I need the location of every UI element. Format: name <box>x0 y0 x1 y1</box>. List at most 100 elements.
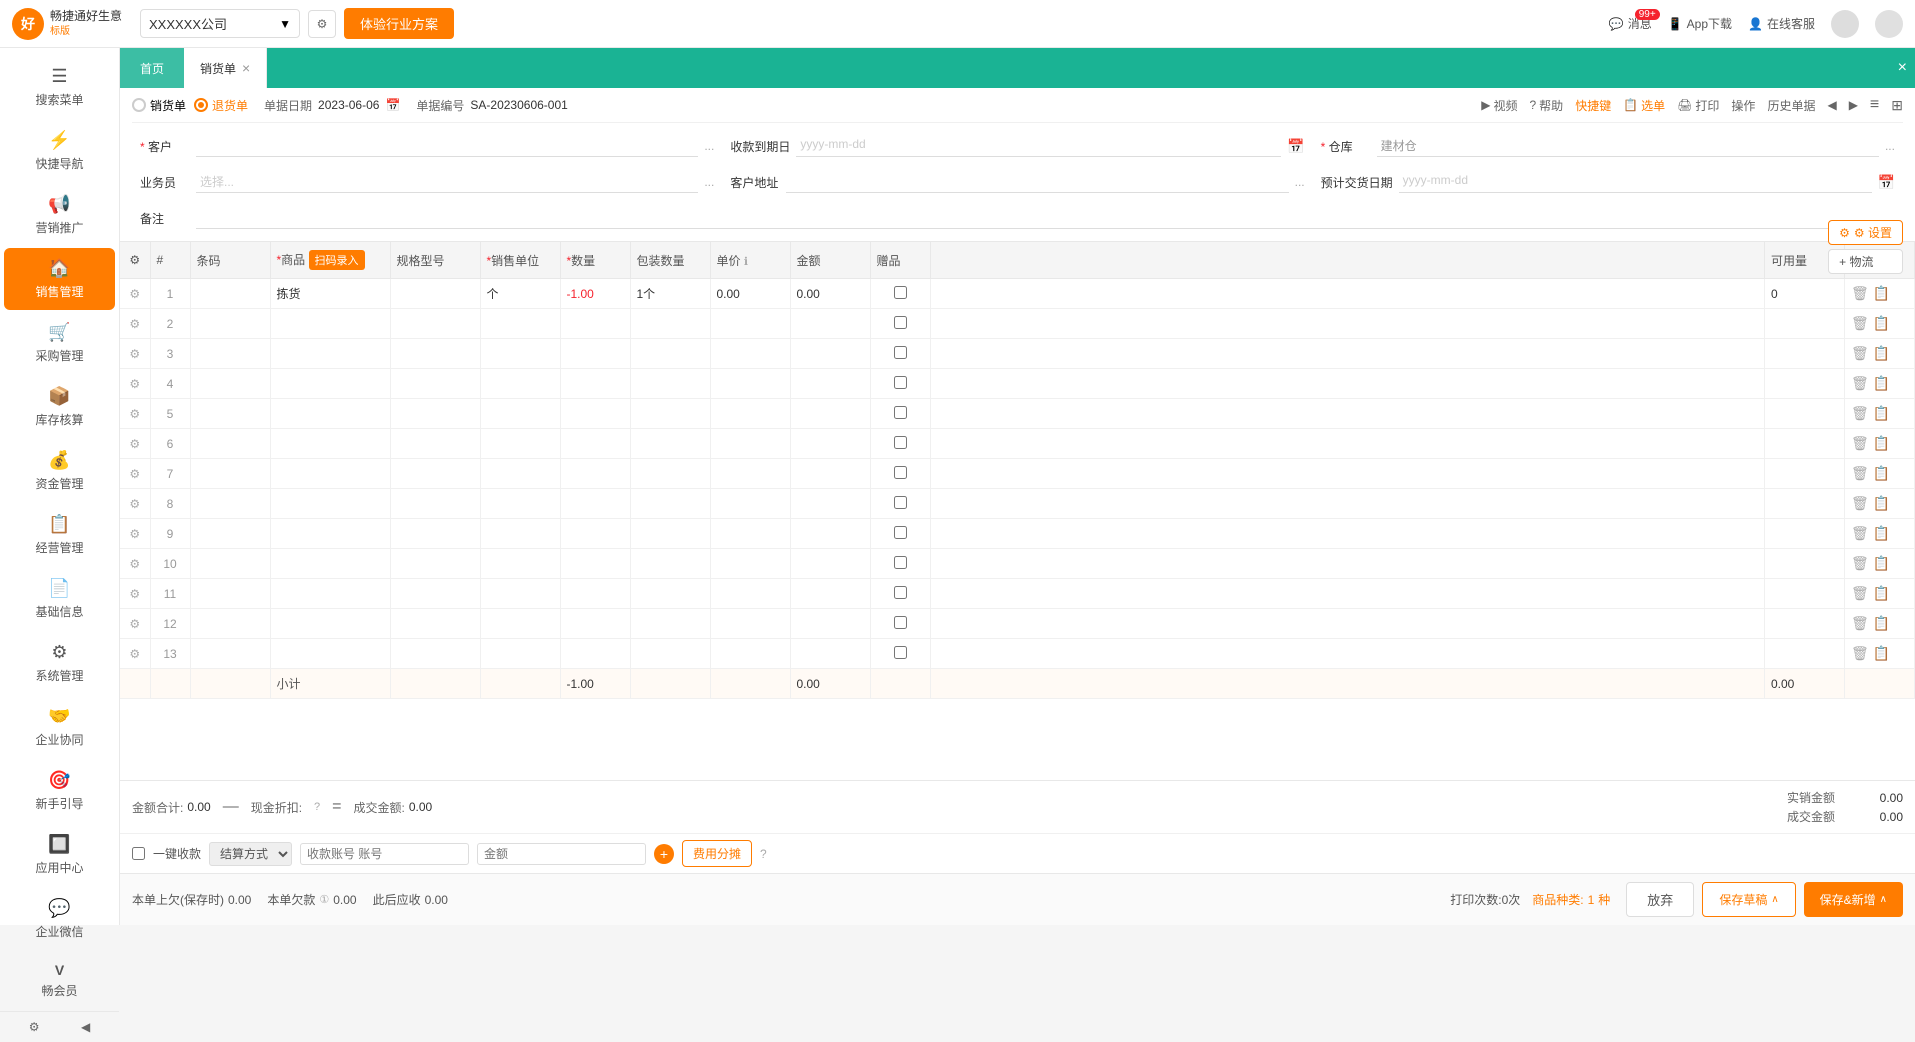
row-desc[interactable] <box>930 489 1765 519</box>
row-spec[interactable] <box>390 399 480 429</box>
th-settings[interactable]: ⚙ <box>120 242 150 279</box>
sidebar-item-marketing[interactable]: 📢 营销推广 <box>4 184 115 246</box>
sidebar-item-sales[interactable]: 🏠 销售管理 <box>4 248 115 310</box>
row-unit[interactable] <box>480 369 560 399</box>
row-desc[interactable] <box>930 279 1765 309</box>
calendar-icon[interactable]: 📅 <box>385 98 400 112</box>
row-price[interactable] <box>710 339 790 369</box>
row-product[interactable] <box>270 549 390 579</box>
row-settings[interactable]: ⚙ <box>120 609 150 639</box>
save-new-button[interactable]: 保存&新增 ∧ <box>1804 882 1903 917</box>
row-pack-qty[interactable] <box>630 459 710 489</box>
row-amount[interactable] <box>790 309 870 339</box>
row-unit[interactable] <box>480 549 560 579</box>
sidebar-item-purchase[interactable]: 🛒 采购管理 <box>4 312 115 374</box>
row-pack-qty[interactable] <box>630 549 710 579</box>
row-copy-icon[interactable]: 📋 <box>1873 645 1890 662</box>
row-gift[interactable] <box>870 399 930 429</box>
customer-addr-dots[interactable]: ... <box>1295 175 1305 189</box>
row-product[interactable] <box>270 369 390 399</box>
video-btn[interactable]: ▶ 视频 <box>1481 97 1517 114</box>
row-barcode[interactable] <box>190 309 270 339</box>
row-unit[interactable] <box>480 519 560 549</box>
row-price[interactable] <box>710 579 790 609</box>
notes-input[interactable] <box>196 207 1895 229</box>
row-settings[interactable]: ⚙ <box>120 549 150 579</box>
row-unit[interactable] <box>480 579 560 609</box>
row-pack-qty[interactable] <box>630 429 710 459</box>
row-pack-qty[interactable] <box>630 369 710 399</box>
salesperson-input[interactable]: 选择... <box>196 171 698 193</box>
sidebar-item-system[interactable]: ⚙ 系统管理 <box>4 632 115 694</box>
row-amount[interactable] <box>790 489 870 519</box>
row-product[interactable] <box>270 399 390 429</box>
try-industry-button[interactable]: 体验行业方案 <box>344 8 454 39</box>
row-pack-qty[interactable] <box>630 339 710 369</box>
row-amount[interactable] <box>790 609 870 639</box>
row-copy-icon[interactable]: 📋 <box>1873 615 1890 632</box>
row-qty[interactable] <box>560 579 630 609</box>
row-settings[interactable]: ⚙ <box>120 579 150 609</box>
tab-home[interactable]: 首页 <box>120 48 184 88</box>
row-barcode[interactable] <box>190 579 270 609</box>
row-qty[interactable]: -1.00 <box>560 279 630 309</box>
row-barcode[interactable] <box>190 459 270 489</box>
row-qty[interactable] <box>560 339 630 369</box>
sidebar-item-operations[interactable]: 📋 经营管理 <box>4 504 115 566</box>
row-spec[interactable] <box>390 429 480 459</box>
row-unit[interactable] <box>480 429 560 459</box>
row-gift[interactable] <box>870 609 930 639</box>
logistics-button[interactable]: + 物流 <box>1828 249 1903 274</box>
list-view-btn[interactable]: ≡ <box>1870 96 1879 114</box>
tab-close-icon[interactable]: × <box>242 60 250 76</box>
row-qty[interactable] <box>560 429 630 459</box>
row-qty[interactable] <box>560 489 630 519</box>
row-product[interactable] <box>270 429 390 459</box>
prev-btn[interactable]: ◀ <box>1827 98 1836 112</box>
row-amount[interactable] <box>790 579 870 609</box>
grid-view-btn[interactable]: ⊞ <box>1891 97 1903 114</box>
row-settings[interactable]: ⚙ <box>120 519 150 549</box>
row-barcode[interactable] <box>190 639 270 669</box>
row-unit[interactable] <box>480 489 560 519</box>
save-draft-button[interactable]: 保存草稿 ∧ <box>1702 882 1795 917</box>
row-product[interactable] <box>270 489 390 519</box>
row-amount[interactable] <box>790 639 870 669</box>
row-pack-qty[interactable]: 1个 <box>630 279 710 309</box>
row-settings[interactable]: ⚙ <box>120 459 150 489</box>
row-product[interactable] <box>270 459 390 489</box>
settings-icon[interactable]: ⚙ <box>308 10 336 38</box>
online-service-btn[interactable]: 👤 在线客服 <box>1748 15 1815 32</box>
row-product[interactable] <box>270 309 390 339</box>
sidebar-item-search[interactable]: ☰ 搜索菜单 <box>4 56 115 118</box>
row-pack-qty[interactable] <box>630 309 710 339</box>
row-delete-icon[interactable]: 🗑 <box>1851 315 1869 332</box>
operate-btn[interactable]: 操作 <box>1731 97 1755 114</box>
row-delete-icon[interactable]: 🗑 <box>1851 645 1869 662</box>
payment-method-select[interactable]: 结算方式 <box>209 842 292 866</box>
company-selector[interactable]: XXXXXX公司 ▼ <box>140 9 300 38</box>
row-product[interactable] <box>270 609 390 639</box>
row-barcode[interactable] <box>190 399 270 429</box>
row-copy-icon[interactable]: 📋 <box>1873 375 1890 392</box>
expense-split-btn[interactable]: 费用分摊 <box>682 840 752 867</box>
scan-btn[interactable]: 扫码录入 <box>309 250 365 270</box>
row-amount[interactable] <box>790 399 870 429</box>
row-copy-icon[interactable]: 📋 <box>1873 435 1890 452</box>
row-delete-icon[interactable]: 🗑 <box>1851 615 1869 632</box>
row-gift[interactable] <box>870 429 930 459</box>
row-desc[interactable] <box>930 459 1765 489</box>
row-qty[interactable] <box>560 609 630 639</box>
delivery-date-input[interactable]: yyyy-mm-dd <box>1399 171 1872 193</box>
row-spec[interactable] <box>390 549 480 579</box>
warehouse-dots[interactable]: ... <box>1885 139 1895 153</box>
add-payment-btn[interactable]: + <box>654 844 674 864</box>
row-spec[interactable] <box>390 519 480 549</box>
price-info-icon[interactable]: ℹ <box>744 256 748 268</box>
row-gift[interactable] <box>870 579 930 609</box>
row-desc[interactable] <box>930 639 1765 669</box>
row-unit[interactable] <box>480 309 560 339</box>
row-pack-qty[interactable] <box>630 639 710 669</box>
row-settings[interactable]: ⚙ <box>120 399 150 429</box>
row-barcode[interactable] <box>190 609 270 639</box>
